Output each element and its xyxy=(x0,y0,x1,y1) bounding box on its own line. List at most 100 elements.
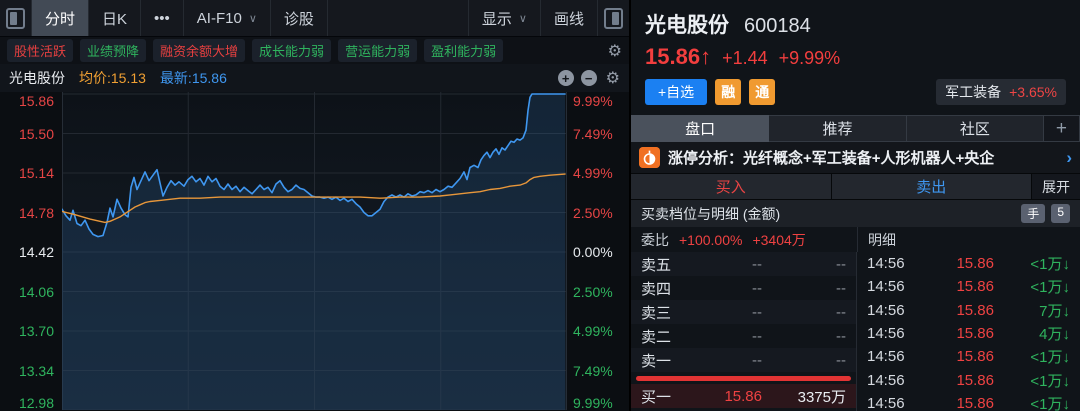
ratio-value: +100.00% xyxy=(679,232,742,248)
unit-lots-badge[interactable]: 手 xyxy=(1021,204,1045,223)
tick-row[interactable]: 14:5615.867万↓ xyxy=(857,299,1080,322)
trading-app: 分时 日K ••• AI-F10 ∨ 诊股 显示∨ 画线 股性活跃 业绩预降 融资… xyxy=(0,0,1080,411)
level-count-badge[interactable]: 5 xyxy=(1051,204,1070,223)
ask-price: -- xyxy=(693,352,762,369)
tag-chip[interactable]: 营运能力弱 xyxy=(338,39,417,62)
bid-label: 买一 xyxy=(641,386,693,407)
tab-minute-chart[interactable]: 分时 xyxy=(32,0,89,36)
sector-name: 军工装备 xyxy=(945,82,1001,102)
tick-row[interactable]: 14:5615.86<1万↓ xyxy=(857,345,1080,368)
tag-chip[interactable]: 成长能力弱 xyxy=(252,39,331,62)
margin-badge[interactable]: 融 xyxy=(715,79,741,105)
add-tab-button[interactable]: + xyxy=(1044,115,1080,142)
tab-minute-label: 分时 xyxy=(45,8,75,29)
ask-label: 卖二 xyxy=(641,326,693,347)
stock-tag-row: 股性活跃 业绩预降 融资余额大增 成长能力弱 营运能力弱 盈利能力弱 ⚙ xyxy=(0,37,629,64)
price-axis-label: 12.98 xyxy=(19,395,54,411)
chevron-down-icon: ∨ xyxy=(249,12,257,25)
action-row: +自选 融 通 军工装备 +3.65% xyxy=(631,70,1080,112)
ratio-label: 委比 xyxy=(641,230,669,250)
price-change-pct: +9.99% xyxy=(779,48,841,69)
draw-line-button[interactable]: 画线 xyxy=(541,0,597,36)
chart-settings-gear-icon[interactable]: ⚙ xyxy=(606,68,620,88)
ask-amount: -- xyxy=(762,304,846,321)
tab-recommend[interactable]: 推荐 xyxy=(769,115,906,142)
detail-column-title: 明细 xyxy=(857,227,1080,252)
tick-row[interactable]: 14:5615.864万↓ xyxy=(857,322,1080,345)
tick-time: 14:56 xyxy=(867,302,929,319)
buy-button[interactable]: 买入 xyxy=(631,174,832,199)
tab-order-book[interactable]: 盘口 xyxy=(631,115,769,142)
percent-axis-label: 2.50% xyxy=(573,205,613,221)
price-axis-label: 13.70 xyxy=(19,323,54,339)
book-header-title: 买卖档位与明细 (金额) xyxy=(641,204,780,224)
connect-badge[interactable]: 通 xyxy=(749,79,775,105)
down-arrow-icon: ↓ xyxy=(1063,396,1071,411)
tick-price: 15.86 xyxy=(929,395,994,411)
chart-toolbar: 分时 日K ••• AI-F10 ∨ 诊股 显示∨ 画线 xyxy=(0,0,629,37)
ask-amount: -- xyxy=(762,256,846,273)
last-price-label: 最新:15.86 xyxy=(160,68,227,88)
tick-volume: <1万 xyxy=(1030,279,1062,296)
tick-time: 14:56 xyxy=(867,325,929,342)
percent-axis: 9.99%7.49%4.99%2.50%0.00%2.50%4.99%7.49%… xyxy=(571,92,629,411)
price-axis-label: 15.14 xyxy=(19,165,54,181)
ai-f10-label: AI-F10 xyxy=(197,10,242,27)
price-axis-label: 15.50 xyxy=(19,126,54,142)
tick-price: 15.86 xyxy=(929,302,994,319)
chart-panel: 分时 日K ••• AI-F10 ∨ 诊股 显示∨ 画线 股性活跃 业绩预降 融资… xyxy=(0,0,629,411)
limit-analysis-concepts: 光纤概念+军工装备+人形机器人+央企 xyxy=(743,150,994,167)
limit-up-analysis-row[interactable]: 涨停分析：光纤概念+军工装备+人形机器人+央企 › xyxy=(631,142,1080,173)
ask-row-4[interactable]: 卖四---- xyxy=(631,276,856,300)
up-arrow-icon: ↑ xyxy=(700,44,711,69)
ask-price: -- xyxy=(693,280,762,297)
tick-time: 14:56 xyxy=(867,395,929,411)
tick-volume: <1万 xyxy=(1030,373,1062,390)
down-arrow-icon: ↓ xyxy=(1063,373,1071,390)
ask-row-2[interactable]: 卖二---- xyxy=(631,324,856,348)
tick-row[interactable]: 14:5615.86<1万↓ xyxy=(857,252,1080,275)
price-row: 15.86↑ +1.44 +9.99% xyxy=(631,39,1080,70)
ask-amount: -- xyxy=(762,280,846,297)
tick-row[interactable]: 14:5615.86<1万↓ xyxy=(857,368,1080,391)
sector-chip[interactable]: 军工装备 +3.65% xyxy=(936,79,1066,105)
ask-row-5[interactable]: 卖五---- xyxy=(631,252,856,276)
add-watchlist-button[interactable]: +自选 xyxy=(645,79,707,105)
tag-chip[interactable]: 融资余额大增 xyxy=(153,39,245,62)
down-arrow-icon: ↓ xyxy=(1063,279,1071,296)
tick-time: 14:56 xyxy=(867,372,929,389)
price-axis-label: 14.42 xyxy=(19,244,54,260)
zoom-out-icon[interactable]: − xyxy=(581,70,597,86)
tag-chip[interactable]: 股性活跃 xyxy=(7,39,73,62)
buy-ratio-bar xyxy=(636,376,851,381)
ask-price: -- xyxy=(693,328,762,345)
collapse-right-panel-button[interactable] xyxy=(597,0,629,36)
tab-daily-k[interactable]: 日K xyxy=(89,0,141,36)
chevron-down-icon: ∨ xyxy=(519,12,527,25)
ask-row-1[interactable]: 卖一---- xyxy=(631,348,856,372)
current-price: 15.86 xyxy=(645,44,700,69)
ask-row-3[interactable]: 卖三---- xyxy=(631,300,856,324)
tag-chip[interactable]: 业绩预降 xyxy=(80,39,146,62)
more-periods-button[interactable]: ••• xyxy=(141,0,184,36)
ai-f10-dropdown[interactable]: AI-F10 ∨ xyxy=(184,0,271,36)
tag-settings-gear-icon[interactable]: ⚙ xyxy=(608,41,622,61)
tag-chip[interactable]: 盈利能力弱 xyxy=(424,39,503,62)
tab-community[interactable]: 社区 xyxy=(907,115,1044,142)
bid-row-1[interactable]: 买一15.863375万 xyxy=(631,384,856,408)
book-header: 买卖档位与明细 (金额) 手 5 xyxy=(631,200,1080,227)
sell-button[interactable]: 卖出 xyxy=(832,174,1033,199)
collapse-left-panel-button[interactable] xyxy=(0,0,32,36)
tick-row[interactable]: 14:5615.86<1万↓ xyxy=(857,275,1080,298)
diagnose-stock-button[interactable]: 诊股 xyxy=(271,0,328,36)
collapse-right-icon xyxy=(604,8,623,29)
percent-axis-label: 0.00% xyxy=(573,244,613,260)
expand-button[interactable]: 展开 xyxy=(1032,174,1080,199)
draw-line-label: 画线 xyxy=(554,8,584,29)
zoom-in-icon[interactable]: + xyxy=(558,70,574,86)
tick-row[interactable]: 14:5615.86<1万↓ xyxy=(857,392,1080,411)
panel-tabs: 盘口 推荐 社区 + xyxy=(631,115,1080,142)
minute-chart[interactable]: 15.8615.5015.1414.7814.4214.0613.7013.34… xyxy=(0,92,629,411)
price-axis-label: 14.06 xyxy=(19,284,54,300)
display-dropdown[interactable]: 显示∨ xyxy=(468,0,541,36)
